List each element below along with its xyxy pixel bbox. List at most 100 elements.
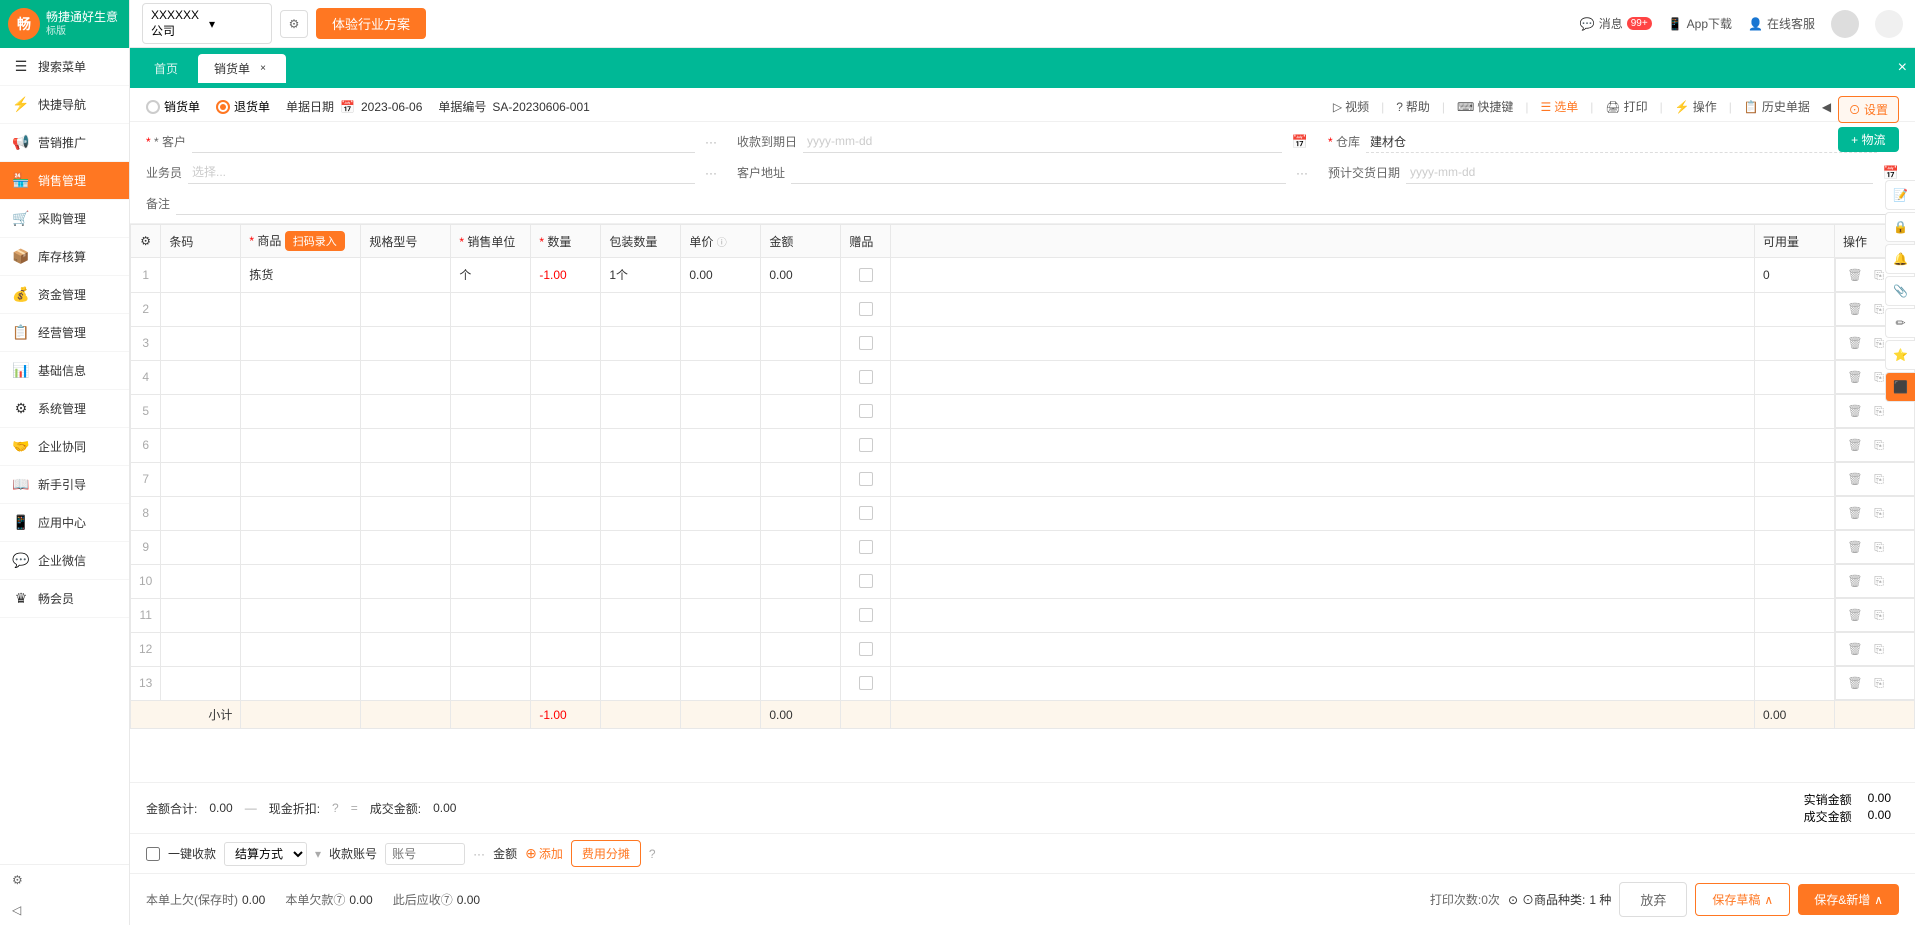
shortcut-action[interactable]: ⌨ 快捷键 xyxy=(1457,98,1513,115)
spec-cell-9[interactable] xyxy=(361,530,451,564)
copy-row-btn-12[interactable]: ⎘ xyxy=(1868,638,1890,660)
delete-row-btn-13[interactable]: 🗑 xyxy=(1844,672,1866,694)
sidebar-item-9[interactable]: ⚙系统管理 xyxy=(0,390,129,428)
tab-close-all-icon[interactable]: × xyxy=(1898,59,1907,77)
price-cell-6[interactable] xyxy=(681,428,761,462)
barcode-cell-1[interactable] xyxy=(161,258,241,293)
customer-input[interactable] xyxy=(192,130,695,153)
one-click-payment-checkbox[interactable] xyxy=(146,847,160,861)
tab-home[interactable]: 首页 xyxy=(138,54,194,83)
tab-sales-order[interactable]: 销货单 × xyxy=(198,54,286,83)
barcode-cell-9[interactable] xyxy=(161,530,241,564)
qty-cell-12[interactable] xyxy=(531,632,601,666)
sidebar-collapse-btn[interactable]: ◁ xyxy=(0,895,129,925)
due-date-input[interactable] xyxy=(803,130,1282,153)
product-cell-12[interactable] xyxy=(241,632,361,666)
add-payment-button[interactable]: ⊕ 添加 xyxy=(525,845,563,862)
qty-cell-8[interactable] xyxy=(531,496,601,530)
copy-row-btn-6[interactable]: ⎘ xyxy=(1868,434,1890,456)
price-cell-13[interactable] xyxy=(681,666,761,701)
delete-row-btn-3[interactable]: 🗑 xyxy=(1844,332,1866,354)
operate-action[interactable]: ⚡ 操作 xyxy=(1675,98,1717,115)
logistics-button[interactable]: + 物流 xyxy=(1838,127,1899,152)
customer-dots[interactable]: ··· xyxy=(705,135,717,149)
trial-button[interactable]: 体验行业方案 xyxy=(316,8,426,39)
spec-cell-2[interactable] xyxy=(361,292,451,326)
sidebar-item-13[interactable]: 💬企业微信 xyxy=(0,542,129,580)
copy-row-btn-8[interactable]: ⎘ xyxy=(1868,502,1890,524)
barcode-cell-6[interactable] xyxy=(161,428,241,462)
salesperson-dots[interactable]: ··· xyxy=(705,166,717,180)
sidebar-item-14[interactable]: ♛畅会员 xyxy=(0,580,129,618)
copy-row-btn-10[interactable]: ⎘ xyxy=(1868,570,1890,592)
sidebar-item-0[interactable]: ☰搜索菜单 xyxy=(0,48,129,86)
qty-cell-6[interactable] xyxy=(531,428,601,462)
sidebar-item-11[interactable]: 📖新手引导 xyxy=(0,466,129,504)
barcode-cell-3[interactable] xyxy=(161,326,241,360)
quick-bell[interactable]: 🔔 xyxy=(1885,244,1915,274)
calendar-icon[interactable]: 📅 xyxy=(340,100,355,114)
sidebar-item-1[interactable]: ⚡快捷导航 xyxy=(0,86,129,124)
sidebar-item-6[interactable]: 💰资金管理 xyxy=(0,276,129,314)
copy-row-btn-11[interactable]: ⎘ xyxy=(1868,604,1890,626)
sidebar-item-8[interactable]: 📊基础信息 xyxy=(0,352,129,390)
salesperson-input[interactable] xyxy=(188,161,695,184)
price-cell-5[interactable] xyxy=(681,394,761,428)
company-selector[interactable]: XXXXXX公司 ▾ xyxy=(142,3,272,44)
price-cell-8[interactable] xyxy=(681,496,761,530)
sidebar-item-3[interactable]: 🏪销售管理 xyxy=(0,162,129,200)
product-cell-3[interactable] xyxy=(241,326,361,360)
spec-cell-4[interactable] xyxy=(361,360,451,394)
notes-input[interactable] xyxy=(176,192,1899,215)
product-cell-5[interactable] xyxy=(241,394,361,428)
quick-edit[interactable]: ✏ xyxy=(1885,308,1915,338)
product-cell-6[interactable] xyxy=(241,428,361,462)
barcode-cell-12[interactable] xyxy=(161,632,241,666)
price-cell-10[interactable] xyxy=(681,564,761,598)
delete-row-btn-9[interactable]: 🗑 xyxy=(1844,536,1866,558)
spec-cell-12[interactable] xyxy=(361,632,451,666)
fee-split-button[interactable]: 费用分摊 xyxy=(571,840,641,867)
product-cell-8[interactable] xyxy=(241,496,361,530)
gift-checkbox-1[interactable] xyxy=(859,268,873,282)
product-cell-2[interactable] xyxy=(241,292,361,326)
price-cell-9[interactable] xyxy=(681,530,761,564)
sidebar-settings-btn[interactable]: ⚙ xyxy=(0,865,129,895)
qty-cell-10[interactable] xyxy=(531,564,601,598)
product-cell-13[interactable] xyxy=(241,666,361,701)
spec-cell-8[interactable] xyxy=(361,496,451,530)
quick-note[interactable]: 📝 xyxy=(1885,180,1915,210)
spec-cell-3[interactable] xyxy=(361,326,451,360)
gift-checkbox-8[interactable] xyxy=(859,506,873,520)
product-cell-4[interactable] xyxy=(241,360,361,394)
copy-row-btn-7[interactable]: ⎘ xyxy=(1868,468,1890,490)
spec-cell-5[interactable] xyxy=(361,394,451,428)
gift-checkbox-2[interactable] xyxy=(859,302,873,316)
gift-checkbox-5[interactable] xyxy=(859,404,873,418)
tab-close-icon[interactable]: × xyxy=(256,61,270,75)
spec-cell-13[interactable] xyxy=(361,666,451,701)
spec-cell-10[interactable] xyxy=(361,564,451,598)
price-cell-2[interactable] xyxy=(681,292,761,326)
select-action[interactable]: ☰ 选单 xyxy=(1541,98,1579,115)
scan-button[interactable]: 扫码录入 xyxy=(285,231,345,251)
gift-checkbox-4[interactable] xyxy=(859,370,873,384)
qty-cell-5[interactable] xyxy=(531,394,601,428)
online-service-button[interactable]: 👤 在线客服 xyxy=(1748,15,1815,32)
customer-addr-input[interactable] xyxy=(791,161,1286,184)
product-cell-7[interactable] xyxy=(241,462,361,496)
discount-help-icon[interactable]: ? xyxy=(332,801,339,815)
copy-row-btn-9[interactable]: ⎘ xyxy=(1868,536,1890,558)
quick-qr[interactable]: ⬛ xyxy=(1885,372,1915,402)
save-draft-button[interactable]: 保存草稿 ∧ xyxy=(1695,883,1790,916)
barcode-cell-5[interactable] xyxy=(161,394,241,428)
radio-return-order[interactable]: 退货单 xyxy=(216,98,270,115)
delete-row-btn-11[interactable]: 🗑 xyxy=(1844,604,1866,626)
barcode-cell-7[interactable] xyxy=(161,462,241,496)
price-cell-12[interactable] xyxy=(681,632,761,666)
qty-cell-13[interactable] xyxy=(531,666,601,701)
price-cell-7[interactable] xyxy=(681,462,761,496)
gift-checkbox-13[interactable] xyxy=(859,676,873,690)
delete-row-btn-10[interactable]: 🗑 xyxy=(1844,570,1866,592)
messages-button[interactable]: 💬 消息 99+ xyxy=(1580,15,1652,32)
